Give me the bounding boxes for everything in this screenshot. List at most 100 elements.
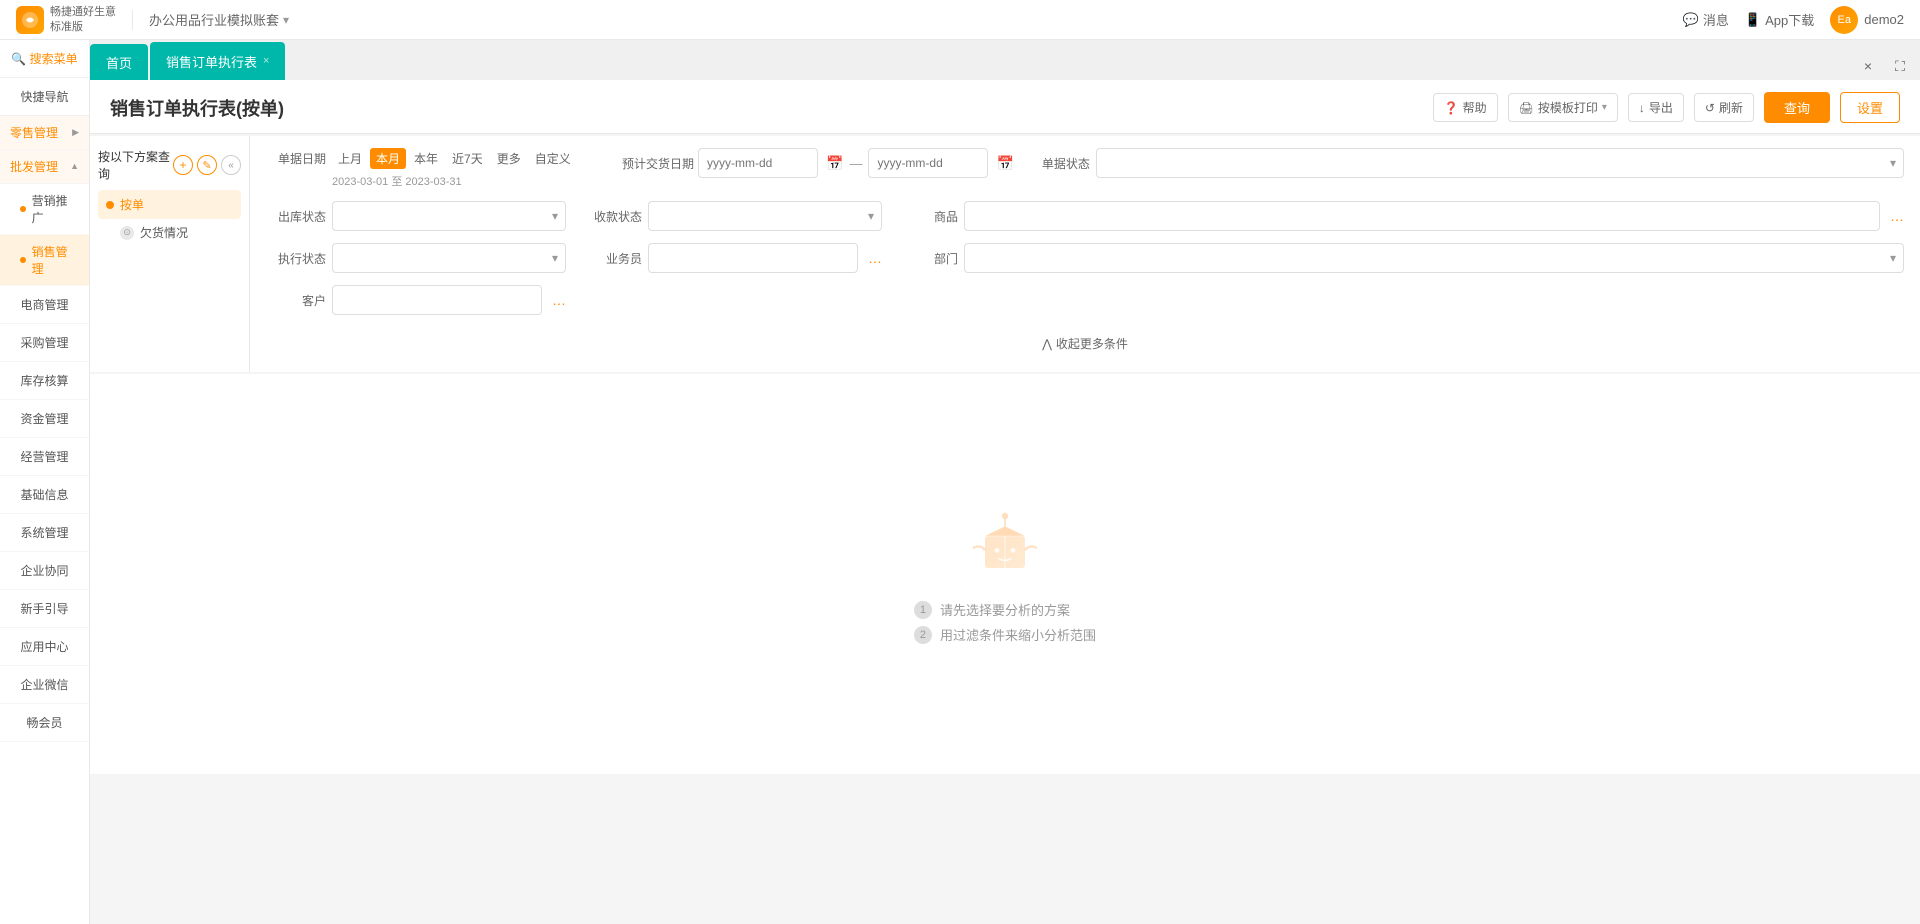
expected-date-end[interactable] — [868, 148, 988, 178]
sidebar-item-inventory[interactable]: 库存核算 — [0, 362, 89, 400]
empty-illustration — [965, 504, 1045, 584]
page-title: 销售订单执行表(按单) — [110, 95, 284, 121]
user-area[interactable]: Ea demo2 — [1830, 6, 1904, 34]
tab-last-7-days[interactable]: 近7天 — [446, 148, 489, 169]
tab-more[interactable]: 更多 — [491, 148, 527, 169]
scheme-item-by-order[interactable]: 按单 — [98, 190, 241, 219]
collapse-icon: ⋀ — [1042, 337, 1052, 351]
salesman-input[interactable] — [648, 243, 858, 273]
salesman-field: 业务员 … — [582, 243, 882, 273]
status-select[interactable] — [1096, 148, 1904, 178]
empty-tip-1: 1 请先选择要分析的方案 — [914, 600, 1096, 619]
sidebar-item-app-center[interactable]: 应用中心 — [0, 628, 89, 666]
retail-expand-icon — [72, 127, 79, 138]
tab-maximize-btn[interactable]: ⛶ — [1888, 54, 1912, 78]
logo-icon — [16, 6, 44, 34]
search-btn[interactable]: 查询 — [1764, 92, 1830, 123]
exec-status-select-wrapper — [332, 243, 566, 273]
add-scheme-btn[interactable]: + — [173, 155, 193, 175]
message-action[interactable]: 💬 消息 — [1683, 10, 1729, 29]
dept-select[interactable] — [964, 243, 1904, 273]
sidebar-item-corpwx[interactable]: 企业微信 — [0, 666, 89, 704]
sidebar-item-finance[interactable]: 资金管理 — [0, 400, 89, 438]
empty-tips: 1 请先选择要分析的方案 2 用过滤条件来缩小分析范围 — [914, 600, 1096, 644]
status-select-wrapper — [1096, 148, 1904, 178]
template-print-btn[interactable]: 🖨 按模板打印 ▾ — [1508, 93, 1618, 122]
filter-right: 单据日期 上月 本月 本年 近7天 更多 自定义 — [250, 136, 1920, 372]
wholesale-expand-icon — [70, 161, 79, 172]
date-label: 单据日期 — [266, 150, 326, 167]
sidebar-quick-nav[interactable]: 快捷导航 — [0, 78, 89, 116]
tab-close-icon[interactable]: × — [263, 55, 269, 67]
status-field: 单据状态 — [1030, 148, 1904, 178]
sidebar-item-wholesale[interactable]: 批发管理 — [0, 150, 89, 184]
logo-area: 畅捷通好生意 标准版 — [16, 5, 116, 34]
customer-field: 客户 … — [266, 285, 566, 315]
status-label: 单据状态 — [1030, 155, 1090, 172]
filter-row-1: 单据日期 上月 本月 本年 近7天 更多 自定义 — [266, 148, 1904, 189]
sidebar-search[interactable]: 🔍 搜索菜单 — [0, 40, 89, 78]
export-btn[interactable]: ↓ 导出 — [1628, 93, 1684, 122]
tab-this-month[interactable]: 本月 — [370, 148, 406, 169]
app-download-action[interactable]: 📱 App下载 — [1745, 10, 1814, 29]
exec-status-select[interactable] — [332, 243, 566, 273]
content-area: 首页 销售订单执行表 × × ⛶ 销售订单执行表(按单) ❓ 帮助 — [90, 40, 1920, 924]
date-filter-tabs: 上月 本月 本年 近7天 更多 自定义 — [332, 148, 577, 169]
tab-custom[interactable]: 自定义 — [529, 148, 577, 169]
salesman-more-btn[interactable]: … — [868, 250, 882, 266]
dept-select-wrapper — [964, 243, 1904, 273]
expected-date-label: 预计交货日期 — [622, 155, 692, 172]
filter-left-actions: + ✎ « — [173, 155, 241, 175]
page-header: 销售订单执行表(按单) ❓ 帮助 🖨 按模板打印 ▾ ↓ 导出 — [90, 80, 1920, 134]
collapse-left-btn[interactable]: « — [221, 155, 241, 175]
tip-num-1: 1 — [914, 601, 932, 619]
sidebar-item-ecommerce[interactable]: 电商管理 — [0, 286, 89, 324]
collection-select[interactable] — [648, 201, 882, 231]
sidebar-item-marketing[interactable]: 营销推广 — [0, 184, 89, 235]
calendar-start-icon[interactable]: 📅 — [826, 155, 843, 172]
customer-input[interactable] — [332, 285, 542, 315]
settings-btn[interactable]: 设置 — [1840, 92, 1900, 123]
sidebar-item-purchase[interactable]: 采购管理 — [0, 324, 89, 362]
product-field: 商品 … — [898, 201, 1904, 231]
expected-date-start[interactable] — [698, 148, 818, 178]
edit-scheme-btn[interactable]: ✎ — [197, 155, 217, 175]
empty-tip-2: 2 用过滤条件来缩小分析范围 — [914, 625, 1096, 644]
product-input[interactable] — [964, 201, 1880, 231]
help-btn[interactable]: ❓ 帮助 — [1433, 93, 1498, 122]
breadcrumb[interactable]: 办公用品行业模拟账套 ▾ — [149, 10, 289, 29]
sidebar-item-member[interactable]: 畅会员 — [0, 704, 89, 742]
refresh-btn[interactable]: ↺ 刷新 — [1694, 93, 1754, 122]
export-icon: ↓ — [1639, 101, 1645, 115]
collapse-more-btn[interactable]: ⋀ 收起更多条件 — [266, 327, 1904, 360]
tab-this-year[interactable]: 本年 — [408, 148, 444, 169]
sidebar-item-system[interactable]: 系统管理 — [0, 514, 89, 552]
tab-current[interactable]: 销售订单执行表 × — [150, 42, 285, 80]
tab-last-month[interactable]: 上月 — [332, 148, 368, 169]
customer-more-btn[interactable]: … — [552, 292, 566, 308]
calendar-end-icon[interactable]: 📅 — [996, 155, 1013, 172]
date-sep: — — [849, 156, 862, 171]
sidebar-item-sales[interactable]: 销售管理 — [0, 235, 89, 286]
sidebar-item-operation[interactable]: 经营管理 — [0, 438, 89, 476]
exec-status-field: 执行状态 — [266, 243, 566, 273]
print-dropdown-icon: ▾ — [1602, 102, 1607, 113]
sidebar-item-newbie[interactable]: 新手引导 — [0, 590, 89, 628]
tab-home[interactable]: 首页 — [90, 44, 148, 80]
sidebar: 🔍 搜索菜单 快捷导航 零售管理 批发管理 营销推广 销售管理 电商管理 采购管 — [0, 40, 90, 924]
sidebar-item-retail[interactable]: 零售管理 — [0, 116, 89, 150]
filter-section: 按以下方案查询 + ✎ « 按单 ⊙ 欠货情况 — [90, 136, 1920, 372]
outbound-select[interactable] — [332, 201, 566, 231]
salesman-label: 业务员 — [582, 250, 642, 267]
sidebar-item-enterprise[interactable]: 企业协同 — [0, 552, 89, 590]
product-more-btn[interactable]: … — [1890, 208, 1904, 224]
sidebar-item-basics[interactable]: 基础信息 — [0, 476, 89, 514]
app-download-icon: 📱 — [1745, 12, 1761, 28]
collection-select-wrapper — [648, 201, 882, 231]
scheme-active-dot — [106, 201, 114, 209]
user-avatar: Ea — [1830, 6, 1858, 34]
scheme-item-debt[interactable]: ⊙ 欠货情况 — [98, 219, 241, 246]
breadcrumb-dropdown-icon: ▾ — [283, 13, 289, 27]
tab-close-window-btn[interactable]: × — [1856, 54, 1880, 78]
collection-field: 收款状态 — [582, 201, 882, 231]
